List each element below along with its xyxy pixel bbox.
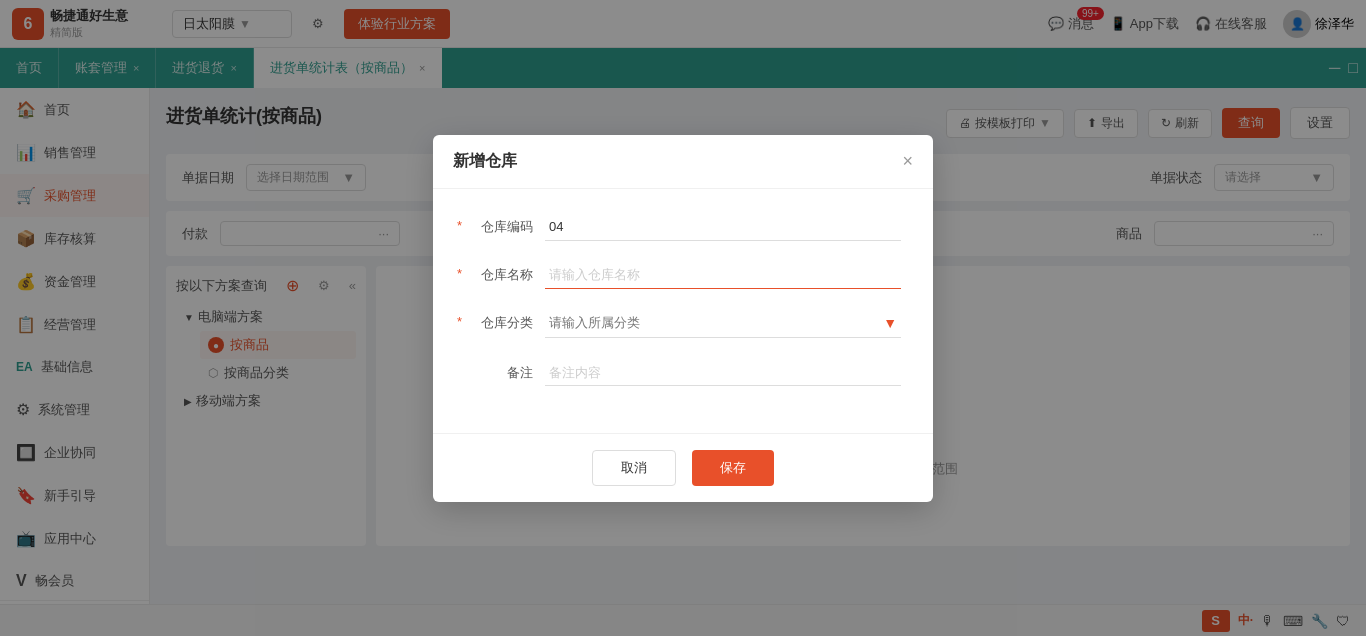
category-input[interactable] <box>549 315 883 330</box>
cancel-button[interactable]: 取消 <box>592 450 676 486</box>
name-field <box>545 261 901 289</box>
notes-field <box>545 358 901 389</box>
save-button[interactable]: 保存 <box>692 450 774 486</box>
notes-label: 备注 <box>465 364 545 382</box>
form-row-code: 仓库编码 <box>465 213 901 241</box>
modal-overlay: 新增仓库 × 仓库编码 仓库名称 仓库分类 <box>0 0 1366 636</box>
dialog-header: 新增仓库 × <box>433 135 933 189</box>
dialog-footer: 取消 保存 <box>433 433 933 502</box>
category-field: ▼ <box>545 309 901 338</box>
dialog-close-button[interactable]: × <box>902 151 913 172</box>
category-select[interactable]: ▼ <box>545 309 901 338</box>
code-field <box>545 213 901 241</box>
name-label: 仓库名称 <box>465 266 545 284</box>
code-input[interactable] <box>545 213 901 241</box>
form-row-notes: 备注 <box>465 358 901 389</box>
add-warehouse-dialog: 新增仓库 × 仓库编码 仓库名称 仓库分类 <box>433 135 933 502</box>
dialog-title: 新增仓库 <box>453 151 517 172</box>
category-label: 仓库分类 <box>465 314 545 332</box>
dialog-body: 仓库编码 仓库名称 仓库分类 ▼ <box>433 189 933 433</box>
form-row-name: 仓库名称 <box>465 261 901 289</box>
select-arrow-icon: ▼ <box>883 315 897 331</box>
notes-input[interactable] <box>545 358 901 386</box>
name-input[interactable] <box>545 261 901 289</box>
code-label: 仓库编码 <box>465 218 545 236</box>
form-row-category: 仓库分类 ▼ <box>465 309 901 338</box>
